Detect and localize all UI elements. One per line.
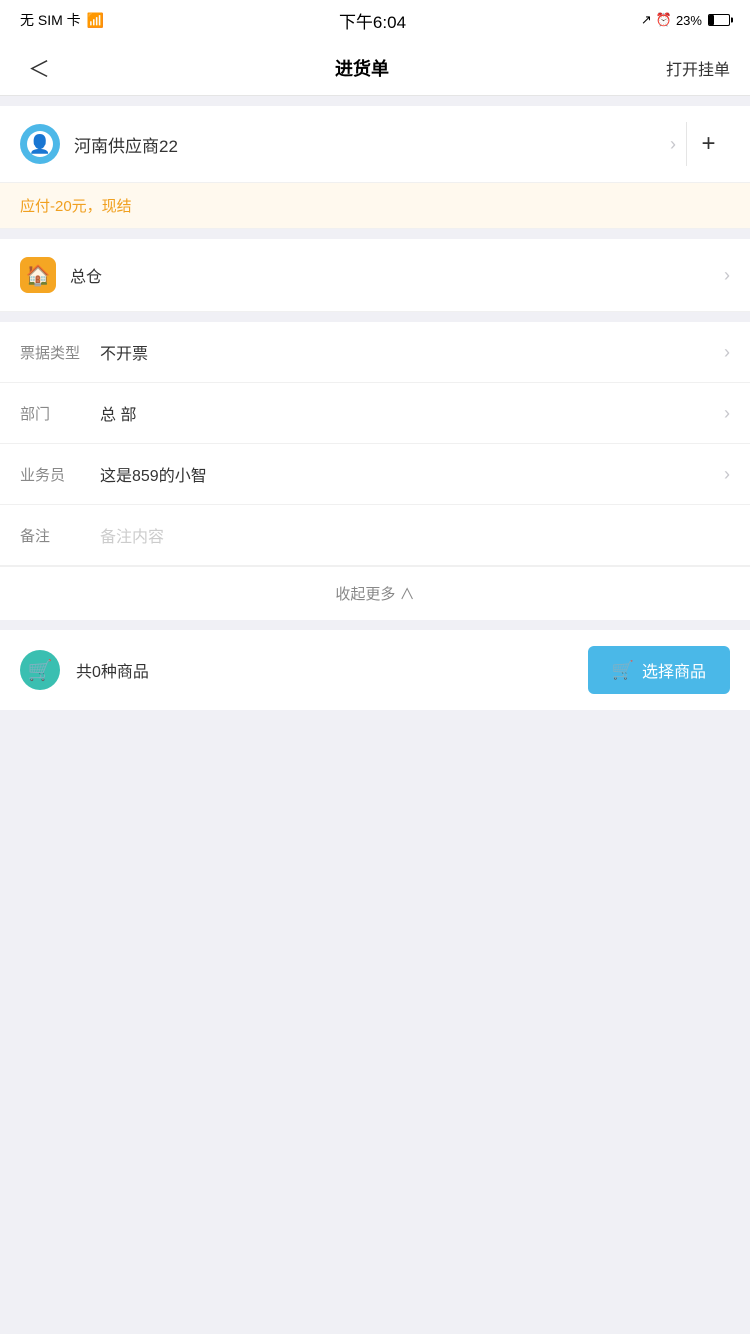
select-product-button[interactable]: 🛒 选择商品: [588, 646, 730, 694]
status-time: 下午6:04: [339, 8, 406, 33]
supplier-avatar: 👤: [20, 124, 60, 164]
product-icon: 🛒: [28, 658, 53, 683]
divider-3: [0, 312, 750, 322]
remark-row[interactable]: 备注 备注内容: [0, 505, 750, 566]
alarm-icon: ⏰: [656, 12, 672, 28]
divider-2: [0, 229, 750, 239]
back-button[interactable]: ＜: [20, 44, 58, 92]
collapse-text: 收起更多 ∧: [335, 583, 414, 604]
select-btn-icon: 🛒: [612, 660, 634, 681]
supplier-name: 河南供应商22: [74, 132, 670, 157]
divider-4: [0, 620, 750, 630]
location-icon: ↗: [641, 12, 652, 28]
open-pending-button[interactable]: 打开挂单: [666, 56, 730, 80]
department-chevron: ›: [724, 403, 730, 424]
warehouse-icon: 🏠: [26, 263, 51, 288]
battery-text: 23%: [676, 13, 702, 28]
salesman-value: 这是859的小智: [100, 462, 724, 486]
wifi-icon: 📶: [87, 12, 104, 29]
warehouse-row[interactable]: 🏠 总仓 ›: [0, 239, 750, 312]
battery-icon: [708, 14, 730, 26]
department-label: 部门: [20, 403, 100, 424]
status-right: ↗ ⏰ 23%: [641, 12, 730, 28]
supplier-row[interactable]: 👤 河南供应商22 › +: [0, 106, 750, 183]
invoice-chevron: ›: [724, 342, 730, 363]
product-count: 共0种商品: [76, 658, 572, 682]
invoice-type-value: 不开票: [100, 340, 724, 364]
salesman-chevron: ›: [724, 464, 730, 485]
status-bar: 无 SIM 卡 📶 下午6:04 ↗ ⏰ 23%: [0, 0, 750, 40]
status-carrier: 无 SIM 卡 📶: [20, 10, 104, 30]
nav-bar: ＜ 进货单 打开挂单: [0, 40, 750, 96]
person-icon: 👤: [29, 134, 51, 155]
add-supplier-button[interactable]: +: [686, 122, 730, 166]
notice-text: 应付-20元，现结: [20, 198, 132, 215]
product-icon-bg: 🛒: [20, 650, 60, 690]
warehouse-value: 总仓: [70, 263, 724, 287]
avatar-inner: 👤: [27, 131, 53, 157]
select-btn-label: 选择商品: [642, 658, 706, 682]
supplier-section: 👤 河南供应商22 › + 应付-20元，现结: [0, 106, 750, 229]
remark-label: 备注: [20, 525, 100, 546]
remark-placeholder: 备注内容: [100, 523, 730, 547]
warehouse-chevron: ›: [724, 265, 730, 286]
divider-1: [0, 96, 750, 106]
warehouse-icon-bg: 🏠: [20, 257, 56, 293]
page-title: 进货单: [335, 55, 389, 81]
department-row[interactable]: 部门 总 部 ›: [0, 383, 750, 444]
bottom-section: 🛒 共0种商品 🛒 选择商品: [0, 630, 750, 710]
chevron-right-icon: ›: [670, 134, 676, 155]
department-value: 总 部: [100, 401, 724, 425]
collapse-row[interactable]: 收起更多 ∧: [0, 566, 750, 620]
notice-banner: 应付-20元，现结: [0, 183, 750, 229]
salesman-row[interactable]: 业务员 这是859的小智 ›: [0, 444, 750, 505]
invoice-type-row[interactable]: 票据类型 不开票 ›: [0, 322, 750, 383]
salesman-label: 业务员: [20, 464, 100, 485]
invoice-type-label: 票据类型: [20, 342, 100, 363]
